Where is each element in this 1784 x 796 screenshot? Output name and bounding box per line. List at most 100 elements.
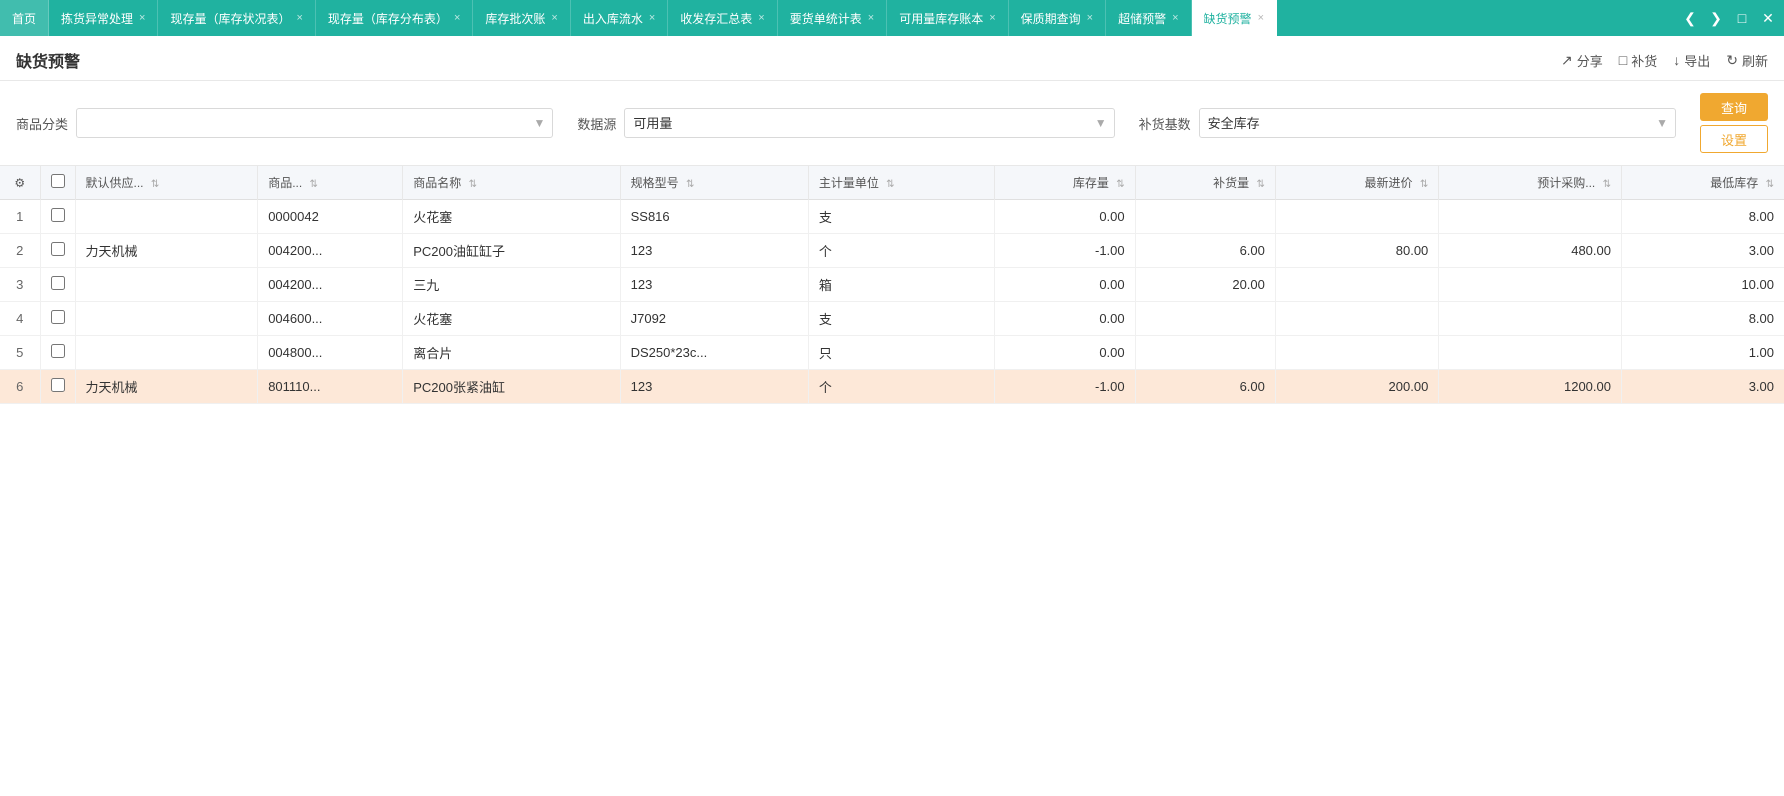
tab-label-home: 首页 [12,10,36,27]
filter-bar: 商品分类 ▼ 数据源 可用量 ▼ 补货基数 安全库存 [0,81,1784,166]
row-min-2: 3.00 [1621,234,1784,268]
tab-item-inout-flow[interactable]: 出入库流水× [571,0,668,36]
replenish-icon: □ [1619,52,1627,68]
row-spec-6: 123 [620,370,808,404]
tab-item-home[interactable]: 首页 [0,0,49,36]
tab-item-available-ledger[interactable]: 可用量库存账本× [887,0,1008,36]
row-num-4: 4 [0,302,40,336]
row-code-3: 004200... [258,268,403,302]
select-all-checkbox[interactable] [51,174,65,188]
sort-min-icon: ⇅ [1766,179,1774,190]
tab-controls: ❮ ❯ □ ✕ [1678,6,1784,30]
tab-close-inventory-dist[interactable]: × [454,12,460,24]
tab-close-overstock-warning[interactable]: × [1172,12,1178,24]
refresh-button[interactable]: ↻ 刷新 [1726,51,1768,70]
share-icon: ↗ [1561,52,1573,69]
th-latest-price[interactable]: 最新进价 ⇅ [1275,166,1438,200]
datasource-select[interactable]: 可用量 [624,108,1114,138]
tab-item-defect-exception[interactable]: 拣货异常处理 × [49,0,158,36]
th-spec[interactable]: 规格型号 ⇅ [620,166,808,200]
row-price-6: 200.00 [1275,370,1438,404]
tab-close-defect-exception[interactable]: × [139,12,145,24]
tab-label-shortage-warning: 缺货预警 [1204,10,1252,27]
tab-restore-button[interactable]: □ [1730,6,1754,30]
row-select-4[interactable] [51,310,65,324]
category-select-wrap: ▼ [76,108,553,138]
row-name-1: 火花塞 [403,200,620,234]
tab-item-inventory-status[interactable]: 现存量（库存状况表）× [158,0,315,36]
sort-spec-icon: ⇅ [686,179,694,190]
category-filter: 商品分类 ▼ [16,108,553,138]
export-button[interactable]: ↓ 导出 [1673,51,1710,70]
tab-close-inventory-status[interactable]: × [296,12,302,24]
th-stock-qty[interactable]: 库存量 ⇅ [995,166,1135,200]
tab-item-shortage-warning[interactable]: 缺货预警 × [1192,0,1277,36]
row-checkbox-6[interactable] [40,370,75,404]
tab-close-available-ledger[interactable]: × [989,12,995,24]
th-unit[interactable]: 主计量单位 ⇅ [808,166,995,200]
row-supplier-6: 力天机械 [75,370,258,404]
row-replenish-2: 6.00 [1135,234,1275,268]
refresh-label: 刷新 [1742,51,1768,70]
tab-close-all-button[interactable]: ✕ [1756,6,1780,30]
tab-item-overstock-warning[interactable]: 超储预警× [1106,0,1191,36]
th-min-stock[interactable]: 最低库存 ⇅ [1621,166,1784,200]
tab-item-batch-account[interactable]: 库存批次账× [473,0,570,36]
row-select-5[interactable] [51,344,65,358]
tab-label-defect-exception: 拣货异常处理 [61,10,133,27]
row-est-4 [1439,302,1622,336]
row-unit-3: 箱 [808,268,995,302]
table-row: 1 0000042 火花塞 SS816 支 0.00 8.00 [0,200,1784,234]
tab-prev-button[interactable]: ❮ [1678,6,1702,30]
data-table: ⚙ 默认供应... ⇅ 商品... ⇅ 商品名称 ⇅ [0,166,1784,404]
tab-item-expiry-query[interactable]: 保质期查询× [1009,0,1106,36]
replenish-base-select-wrap: 安全库存 ▼ [1199,108,1676,138]
row-checkbox-4[interactable] [40,302,75,336]
tab-close-collect-summary[interactable]: × [758,12,764,24]
row-unit-6: 个 [808,370,995,404]
th-est-purchase-label: 预计采购... [1537,176,1595,190]
replenish-button[interactable]: □ 补货 [1619,51,1657,70]
row-select-6[interactable] [51,378,65,392]
tab-close-batch-account[interactable]: × [551,12,557,24]
row-supplier-1 [75,200,258,234]
tab-close-expiry-query[interactable]: × [1087,12,1093,24]
row-min-1: 8.00 [1621,200,1784,234]
tab-item-inventory-dist[interactable]: 现存量（库存分布表） × [316,0,473,36]
tab-label-inventory-dist: 现存量（库存分布表） [328,10,448,27]
th-spec-label: 规格型号 [631,176,679,190]
row-select-3[interactable] [51,276,65,290]
row-min-3: 10.00 [1621,268,1784,302]
tab-item-order-stats[interactable]: 要货单统计表× [778,0,887,36]
export-icon: ↓ [1673,52,1680,68]
row-est-1 [1439,200,1622,234]
th-product-name[interactable]: 商品名称 ⇅ [403,166,620,200]
category-label: 商品分类 [16,114,68,133]
th-settings[interactable]: ⚙ [0,166,40,200]
tab-next-button[interactable]: ❯ [1704,6,1728,30]
settings-button[interactable]: 设置 [1700,125,1768,153]
th-replenish-qty[interactable]: 补货量 ⇅ [1135,166,1275,200]
tab-item-collect-summary[interactable]: 收发存汇总表× [668,0,777,36]
row-replenish-4 [1135,302,1275,336]
share-button[interactable]: ↗ 分享 [1561,51,1603,70]
row-est-5 [1439,336,1622,370]
replenish-base-select[interactable]: 安全库存 [1199,108,1676,138]
row-select-1[interactable] [51,208,65,222]
row-checkbox-5[interactable] [40,336,75,370]
row-checkbox-1[interactable] [40,200,75,234]
tab-close-shortage-warning[interactable]: × [1258,12,1264,24]
th-est-purchase[interactable]: 预计采购... ⇅ [1439,166,1622,200]
row-num-2: 2 [0,234,40,268]
category-select[interactable] [76,108,553,138]
row-select-2[interactable] [51,242,65,256]
th-product-code[interactable]: 商品... ⇅ [258,166,403,200]
row-checkbox-2[interactable] [40,234,75,268]
row-checkbox-3[interactable] [40,268,75,302]
query-button[interactable]: 查询 [1700,93,1768,121]
row-supplier-4 [75,302,258,336]
th-default-supplier[interactable]: 默认供应... ⇅ [75,166,258,200]
row-stock-6: -1.00 [995,370,1135,404]
tab-close-inout-flow[interactable]: × [649,12,655,24]
tab-close-order-stats[interactable]: × [868,12,874,24]
